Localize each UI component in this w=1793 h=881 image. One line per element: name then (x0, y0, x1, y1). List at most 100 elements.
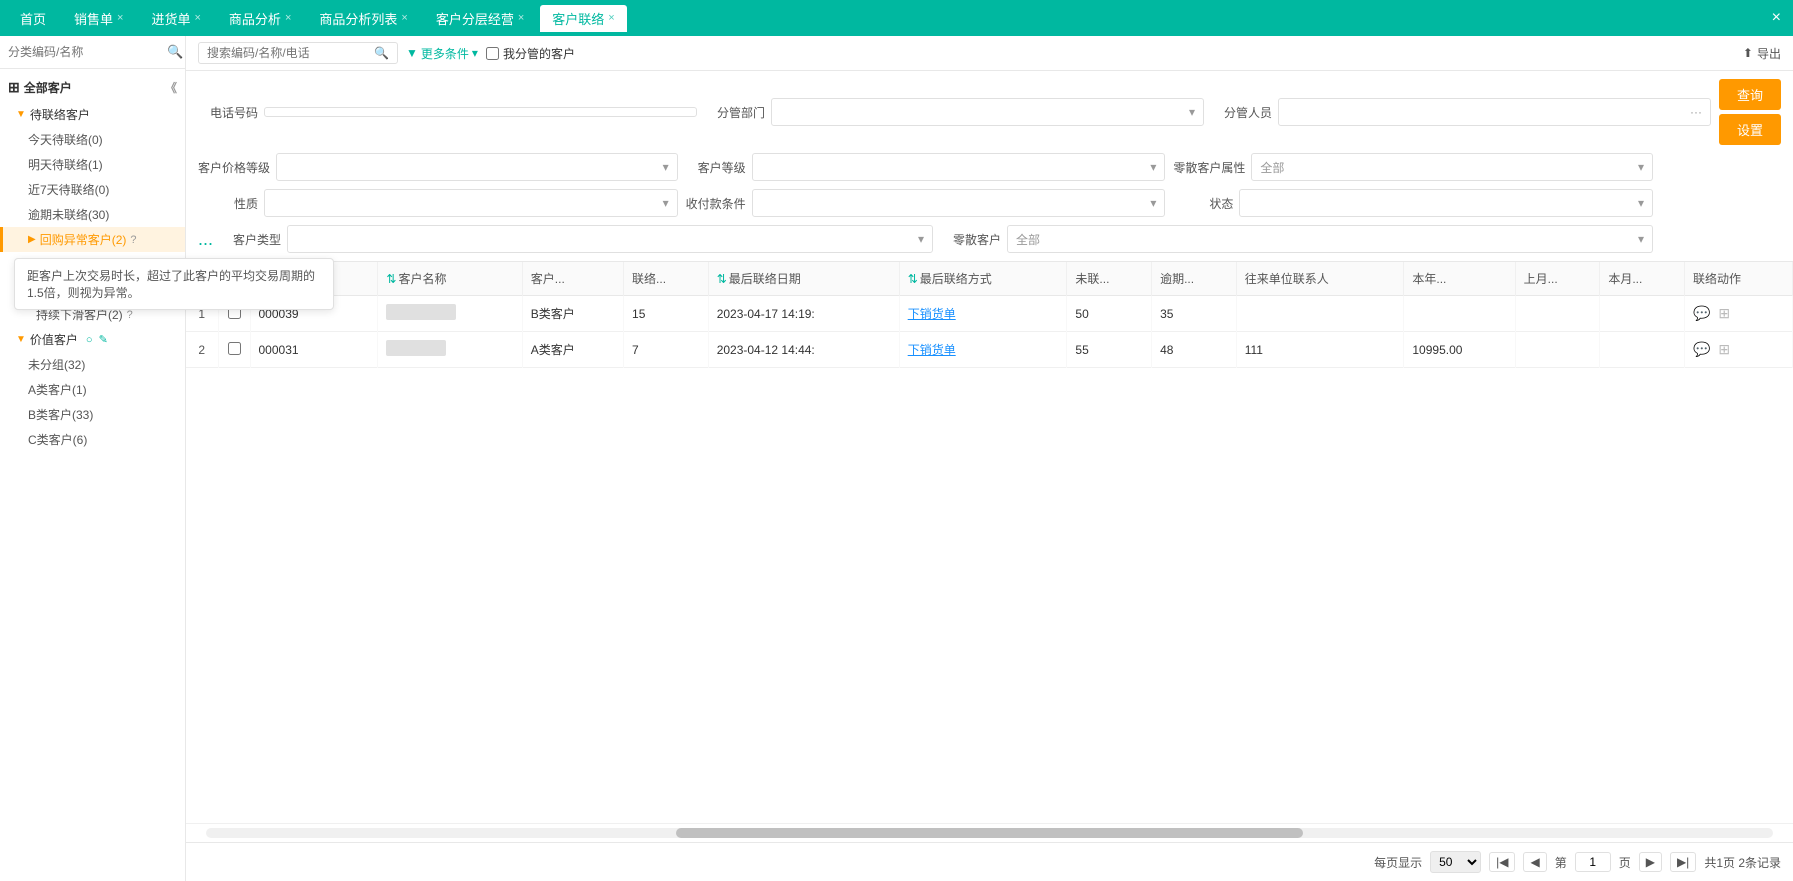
row-2-more-icon[interactable]: ⊞ (1718, 341, 1730, 358)
row-1-name[interactable] (378, 296, 522, 332)
retail-attr-chevron-icon: ▾ (1638, 160, 1644, 174)
next-page-btn[interactable]: ▶ (1639, 852, 1662, 872)
sidebar-item-tomorrow[interactable]: 明天待联络(1) (0, 152, 185, 177)
filter-field-customer-level: 客户等级 ▾ (686, 153, 1166, 181)
row-1-chat-icon[interactable]: 💬 (1693, 305, 1710, 322)
nav-tab-sales[interactable]: 销售单 × (62, 5, 135, 32)
value-circle-icon[interactable]: ○ (86, 334, 93, 346)
more-conditions-btn[interactable]: ▼ 更多条件 ▾ (406, 45, 478, 62)
first-page-btn[interactable]: |◀ (1489, 852, 1515, 872)
sidebar-item-c-class[interactable]: C类客户(6) (0, 427, 185, 452)
abnormal-help-icon[interactable]: ? (130, 234, 136, 246)
retail-attr-select[interactable]: 全部 ▾ (1251, 153, 1653, 181)
filter-row-3: 性质 ▾ 收付款条件 ▾ 状态 (198, 189, 1781, 217)
department-select[interactable]: ▾ (771, 98, 1204, 126)
col-this-year-header[interactable]: 本年... (1404, 262, 1515, 296)
customer-level-select[interactable]: ▾ (752, 153, 1166, 181)
close-analysis-tab[interactable]: × (285, 12, 291, 24)
nav-tab-purchase[interactable]: 进货单 × (139, 5, 212, 32)
row-2-contact: 7 (624, 332, 709, 368)
row-1-last-contact-method[interactable]: 下销货单 (899, 296, 1067, 332)
nav-tab-customer-tier[interactable]: 客户分层经营 × (424, 5, 536, 32)
export-button[interactable]: ⬆ 导出 (1743, 45, 1781, 62)
row-2-chat-icon[interactable]: 💬 (1693, 341, 1710, 358)
my-customers-checkbox[interactable] (486, 47, 499, 60)
sidebar-item-b-class[interactable]: B类客户(33) (0, 402, 185, 427)
page-num-input[interactable] (1575, 852, 1611, 872)
sort-icon-name: ⇅ (386, 272, 396, 286)
col-last-contact-method-header[interactable]: ⇅最后联络方式 (899, 262, 1067, 296)
row-1-more-icon[interactable]: ⊞ (1718, 305, 1730, 322)
sidebar-search-icon[interactable]: 🔍 (167, 44, 183, 60)
tree-root-all-customers[interactable]: ⊞ 全部客户 《 (0, 73, 185, 102)
filter-field-price-level: 客户价格等级 ▾ (198, 153, 678, 181)
status-select[interactable]: ▾ (1239, 189, 1653, 217)
search-input[interactable] (207, 46, 370, 60)
row-2-checkbox[interactable] (228, 342, 241, 355)
retail-customer-chevron-icon: ▾ (1638, 232, 1644, 246)
sidebar-item-overdue[interactable]: 逾期未联络(30) (0, 202, 185, 227)
window-close-button[interactable]: × (1772, 9, 1781, 27)
sidebar-item-7days[interactable]: 近7天待联络(0) (0, 177, 185, 202)
prev-page-btn[interactable]: ◀ (1523, 852, 1546, 872)
price-level-select[interactable]: ▾ (276, 153, 678, 181)
close-sales-tab[interactable]: × (117, 12, 123, 24)
close-purchase-tab[interactable]: × (194, 12, 200, 24)
col-this-month-header[interactable]: 本月... (1600, 262, 1685, 296)
manager-select[interactable]: ··· (1278, 98, 1711, 126)
sidebar-tree: ⊞ 全部客户 《 ▼ 待联络客户 今天待联络(0) 明天待联络(1) 近7天待联… (0, 69, 185, 881)
query-button[interactable]: 查询 (1719, 79, 1781, 110)
row-1-unreplied: 50 (1067, 296, 1152, 332)
sidebar-item-today[interactable]: 今天待联络(0) (0, 127, 185, 152)
last-page-btn[interactable]: ▶| (1670, 852, 1696, 872)
row-checkbox-2[interactable] (218, 332, 250, 368)
row-2-name[interactable] (378, 332, 522, 368)
sidebar-section-value[interactable]: ▼ 价值客户 ○ ✎ (0, 327, 185, 352)
table-footer: 每页显示 50 20 100 |◀ ◀ 第 页 ▶ ▶| 共1页 2条记录 (186, 842, 1793, 881)
more-dots-button[interactable]: ... (198, 230, 213, 248)
collapse-sidebar-btn[interactable]: 《 (165, 79, 177, 96)
col-last-month-header[interactable]: 上月... (1515, 262, 1600, 296)
sidebar-section-pending[interactable]: ▼ 待联络客户 (0, 102, 185, 127)
scrollbar-thumb[interactable] (676, 828, 1303, 838)
close-customer-tier-tab[interactable]: × (518, 12, 524, 24)
phone-input[interactable] (264, 107, 697, 117)
row-2-this-year: 10995.00 (1404, 332, 1515, 368)
col-category-header[interactable]: 客户... (522, 262, 623, 296)
close-customer-contact-tab[interactable]: × (608, 12, 614, 24)
row-1-this-month (1600, 296, 1685, 332)
sidebar-search-input[interactable] (8, 45, 163, 59)
col-overdue-header[interactable]: 逾期... (1152, 262, 1237, 296)
setting-button[interactable]: 设置 (1719, 114, 1781, 145)
sort-icon-date: ⇅ (717, 272, 727, 286)
value-edit-icon[interactable]: ✎ (99, 333, 108, 346)
col-name-header[interactable]: ⇅客户名称 (378, 262, 522, 296)
page-size-select[interactable]: 50 20 100 (1430, 851, 1481, 873)
row-1-overdue: 35 (1152, 296, 1237, 332)
my-customers-checkbox-label[interactable]: 我分管的客户 (486, 45, 575, 62)
close-analysis-list-tab[interactable]: × (401, 12, 407, 24)
nav-tab-home[interactable]: 首页 (8, 5, 58, 32)
nav-tab-analysis[interactable]: 商品分析 × (217, 5, 303, 32)
gender-chevron-icon: ▾ (663, 196, 669, 210)
col-unreplied-header[interactable]: 未联... (1067, 262, 1152, 296)
horizontal-scrollbar[interactable] (206, 828, 1773, 838)
value-arrow-icon: ▼ (16, 334, 26, 345)
sidebar-item-unclassified[interactable]: 未分组(32) (0, 352, 185, 377)
row-2-last-contact-method[interactable]: 下销货单 (899, 332, 1067, 368)
sidebar-item-a-class[interactable]: A类客户(1) (0, 377, 185, 402)
retail-customer-select[interactable]: 全部 ▾ (1007, 225, 1653, 253)
row-2-actions: 💬 ⊞ (1684, 332, 1792, 368)
sidebar-item-abnormal-repurchase[interactable]: ▶ 回购异常客户(2) ? (0, 227, 185, 252)
declining-help-icon[interactable]: ? (127, 309, 133, 321)
nav-tab-analysis-list[interactable]: 商品分析列表 × (307, 5, 419, 32)
col-contact-header[interactable]: 联络... (624, 262, 709, 296)
col-unit-contact-header[interactable]: 往来单位联系人 (1236, 262, 1404, 296)
payment-select[interactable]: ▾ (752, 189, 1166, 217)
col-actions-header: 联络动作 (1684, 262, 1792, 296)
customer-type-select[interactable]: ▾ (287, 225, 933, 253)
col-last-contact-date-header[interactable]: ⇅最后联络日期 (708, 262, 899, 296)
search-icon[interactable]: 🔍 (374, 46, 389, 60)
nav-tab-customer-contact[interactable]: 客户联络 × (540, 5, 626, 32)
gender-select[interactable]: ▾ (264, 189, 678, 217)
